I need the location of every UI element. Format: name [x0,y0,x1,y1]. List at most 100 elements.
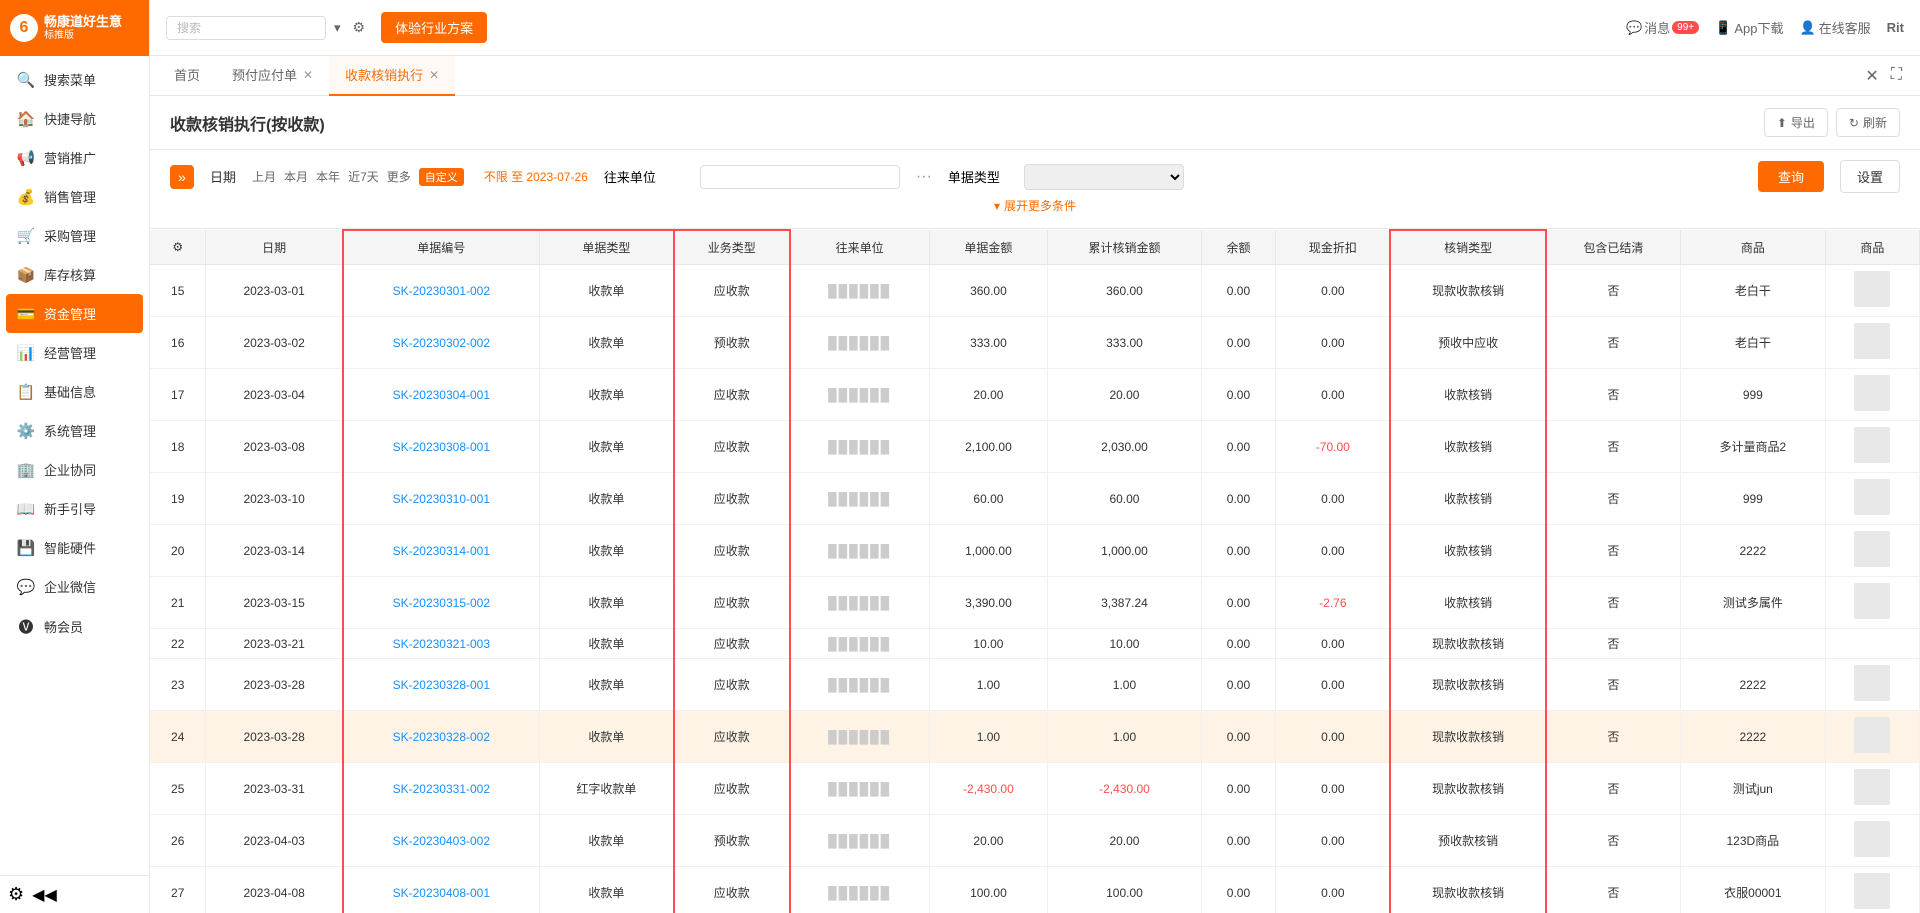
col-include-settled[interactable]: 包含已结清 [1546,230,1681,265]
export-btn[interactable]: ⬆ 导出 [1764,108,1828,137]
tab-receipts[interactable]: 收款核销执行 ✕ [329,56,455,96]
row-biz-type: 应收款 [674,473,790,525]
filter-7days[interactable]: 近7天 [348,168,379,186]
row-date: 2023-03-21 [206,629,343,659]
sidebar-item-purchase[interactable]: 🛒 采购管理 [0,216,149,255]
topbar-industry-btn[interactable]: 体验行业方案 [381,12,487,43]
filter-partner-input[interactable] [700,165,900,189]
tab-expand-btn[interactable]: ⛶ [1889,64,1904,88]
row-include-settled: 否 [1546,867,1681,913]
sidebar-item-wechat[interactable]: 💬 企业微信 [0,567,149,606]
row-voucher-no[interactable]: SK-20230302-002 [343,317,539,369]
table-row: 212023-03-15SK-20230315-002收款单应收款██████3… [150,577,1920,629]
col-voucher-type[interactable]: 单据类型 [539,230,674,265]
sidebar-item-guide[interactable]: 📖 新手引导 [0,489,149,528]
table-row: 182023-03-08SK-20230308-001收款单应收款██████2… [150,421,1920,473]
col-partner[interactable]: 往来单位 [790,230,930,265]
row-voucher-no[interactable]: SK-20230315-002 [343,577,539,629]
row-goods [1680,629,1825,659]
col-balance[interactable]: 余额 [1201,230,1275,265]
sidebar-item-search[interactable]: 🔍 搜索菜单 [0,60,149,99]
row-voucher-no[interactable]: SK-20230301-002 [343,265,539,317]
sidebar-item-quicknav[interactable]: 🏠 快捷导航 [0,99,149,138]
refresh-btn[interactable]: ↻ 刷新 [1836,108,1900,137]
col-settings[interactable]: ⚙ [150,230,206,265]
row-write-type: 预收中应收 [1390,317,1545,369]
row-amount: 2,100.00 [929,421,1047,473]
filter-toggle-btn[interactable]: » [170,165,194,189]
sidebar-item-hardware[interactable]: 💾 智能硬件 [0,528,149,567]
row-date: 2023-03-08 [206,421,343,473]
settings-bottom-icon[interactable]: ⚙ [8,884,24,905]
collapse-icon[interactable]: ◀◀ [32,885,57,905]
row-goods-img [1825,317,1919,369]
tab-receipts-close[interactable]: ✕ [429,68,439,82]
sidebar-item-marketing[interactable]: 📢 营销推广 [0,138,149,177]
topbar-brand: ▾ ⚙ [166,15,369,40]
row-no: 24 [150,711,206,763]
table-container[interactable]: ⚙ 日期 单据编号 单据类型 业务类型 往来单位 单据金额 累计核销金额 余额 … [150,229,1920,913]
topbar-online-service[interactable]: 👤 在线客服 [1799,18,1870,37]
row-goods-img [1825,815,1919,867]
col-goods-img[interactable]: 商品 [1825,230,1919,265]
row-cash-discount: 0.00 [1276,763,1391,815]
topbar-message-area[interactable]: 💬 消息 99+ [1626,18,1699,37]
topbar-actions: 💬 消息 99+ 📱 App下载 👤 在线客服 Rit [1626,18,1904,37]
tab-home[interactable]: 首页 [158,56,216,96]
sidebar-item-member[interactable]: 🅥 畅会员 [0,606,149,647]
row-cumulative: 1,000.00 [1048,525,1202,577]
row-voucher-no[interactable]: SK-20230328-002 [343,711,539,763]
row-voucher-no[interactable]: SK-20230314-001 [343,525,539,577]
filter-custom-btn[interactable]: 自定义 [419,168,464,186]
col-amount[interactable]: 单据金额 [929,230,1047,265]
sidebar-item-system[interactable]: ⚙️ 系统管理 [0,411,149,450]
row-voucher-no[interactable]: SK-20230310-001 [343,473,539,525]
topbar-dropdown-icon[interactable]: ▾ [334,20,341,36]
row-balance: 0.00 [1201,577,1275,629]
row-voucher-no[interactable]: SK-20230328-001 [343,659,539,711]
col-write-type[interactable]: 核销类型 [1390,230,1545,265]
tab-prepay-close[interactable]: ✕ [303,68,313,82]
row-voucher-no[interactable]: SK-20230321-003 [343,629,539,659]
row-voucher-no[interactable]: SK-20230403-002 [343,815,539,867]
col-cumulative[interactable]: 累计核销金额 [1048,230,1202,265]
row-voucher-no[interactable]: SK-20230304-001 [343,369,539,421]
row-voucher-type: 收款单 [539,629,674,659]
filter-last-month[interactable]: 上月 [252,168,276,186]
main-content: ▾ ⚙ 体验行业方案 💬 消息 99+ 📱 App下载 👤 在线客服 Rit 首… [150,0,1920,913]
col-date[interactable]: 日期 [206,230,343,265]
hardware-icon: 💾 [16,539,36,557]
topbar-app-download[interactable]: 📱 App下载 [1715,18,1783,37]
row-no: 27 [150,867,206,913]
row-voucher-no[interactable]: SK-20230308-001 [343,421,539,473]
row-write-type: 收款核销 [1390,577,1545,629]
filter-expand-btn[interactable]: ▾ 展开更多条件 [994,197,1076,214]
row-voucher-no[interactable]: SK-20230408-001 [343,867,539,913]
col-voucher-no[interactable]: 单据编号 [343,230,539,265]
row-amount: 20.00 [929,815,1047,867]
topbar-gear-icon[interactable]: ⚙ [349,15,370,40]
tab-close-all-btn[interactable]: ✕ [1863,64,1880,88]
topbar-user[interactable]: Rit [1887,20,1904,35]
filter-query-btn[interactable]: 查询 [1758,161,1824,192]
filter-voucher-type-select[interactable] [1024,164,1184,190]
tab-prepay[interactable]: 预付应付单 ✕ [216,56,329,96]
sidebar-item-operations[interactable]: 📊 经营管理 [0,333,149,372]
row-cash-discount: 0.00 [1276,265,1391,317]
sidebar-item-finance[interactable]: 💳 资金管理 [6,294,143,333]
row-voucher-no[interactable]: SK-20230331-002 [343,763,539,815]
sidebar-item-basics[interactable]: 📋 基础信息 [0,372,149,411]
row-amount: 1.00 [929,711,1047,763]
topbar-search-input[interactable] [166,16,326,40]
col-biz-type[interactable]: 业务类型 [674,230,790,265]
filter-more[interactable]: 更多 [387,168,411,186]
filter-this-year[interactable]: 本年 [316,168,340,186]
col-cash-discount[interactable]: 现金折扣 [1276,230,1391,265]
sidebar-item-corp[interactable]: 🏢 企业协同 [0,450,149,489]
sidebar-item-inventory[interactable]: 📦 库存核算 [0,255,149,294]
row-balance: 0.00 [1201,473,1275,525]
col-goods[interactable]: 商品 [1680,230,1825,265]
filter-this-month[interactable]: 本月 [284,168,308,186]
filter-setting-btn[interactable]: 设置 [1840,160,1900,193]
sidebar-item-sales[interactable]: 💰 销售管理 [0,177,149,216]
